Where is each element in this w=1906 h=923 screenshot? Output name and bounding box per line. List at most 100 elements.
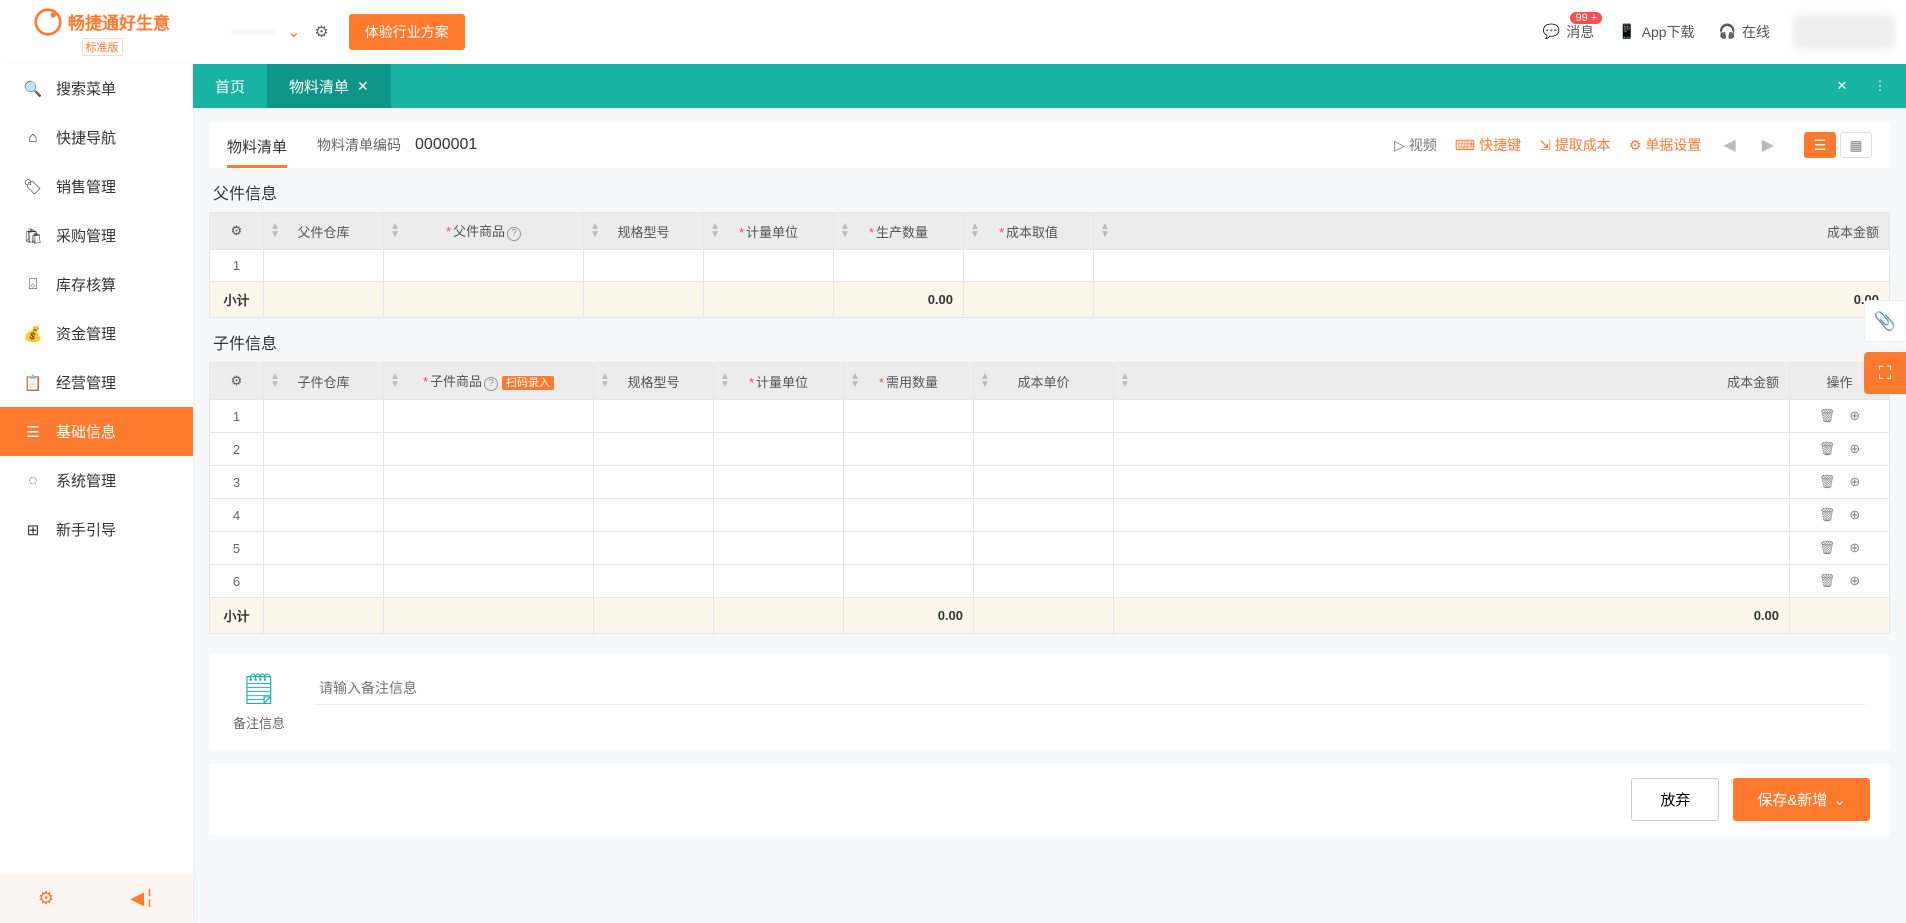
sidebar-item-label: 资金管理	[56, 323, 116, 344]
sort-icon: ▲▼	[270, 223, 280, 239]
next-doc-icon[interactable]: ▶	[1758, 135, 1778, 155]
row-number: 1	[210, 400, 264, 433]
sidebar-item-label: 基础信息	[56, 421, 116, 442]
child-col-unit[interactable]: ▲▼*计量单位	[714, 363, 844, 400]
add-row-icon[interactable]: ⊕	[1849, 507, 1860, 523]
child-col-unit-cost[interactable]: ▲▼成本单价	[974, 363, 1114, 400]
sidebar-item-sales[interactable]: 🏷销售管理	[0, 162, 193, 211]
delete-row-icon[interactable]: 🗑	[1819, 474, 1836, 490]
parent-col-spec[interactable]: ▲▼规格型号	[584, 213, 704, 250]
messages-link[interactable]: 💬 消息 99 +	[1543, 22, 1594, 42]
sidebar-item-purchase[interactable]: 🛍采购管理	[0, 211, 193, 260]
discard-button[interactable]: 放弃	[1631, 778, 1719, 821]
remark-input[interactable]	[315, 672, 1866, 705]
online-support-link[interactable]: 🎧 在线	[1719, 22, 1770, 42]
chevron-down-icon: ⌄	[287, 22, 300, 42]
keyboard-icon: ⌨	[1455, 137, 1475, 154]
tabs-menu-icon[interactable]: ⋮	[1862, 64, 1898, 108]
delete-row-icon[interactable]: 🗑	[1819, 441, 1836, 457]
app-download-label: App下载	[1642, 22, 1695, 42]
video-link[interactable]: ▷视频	[1394, 135, 1437, 155]
sort-icon: ▲▼	[390, 373, 400, 389]
parent-col-warehouse[interactable]: ▲▼父件仓库	[264, 213, 384, 250]
view-card-button[interactable]: ▦	[1840, 132, 1872, 158]
table-row[interactable]: 1 🗑 ⊕	[210, 400, 1890, 433]
row-number: 5	[210, 532, 264, 565]
row-number: 2	[210, 433, 264, 466]
sort-icon: ▲▼	[850, 373, 860, 389]
delete-row-icon[interactable]: 🗑	[1819, 507, 1836, 523]
parent-col-unit[interactable]: ▲▼*计量单位	[704, 213, 834, 250]
chevron-down-icon: ⌄	[1833, 791, 1846, 809]
child-col-qty[interactable]: ▲▼*需用数量	[844, 363, 974, 400]
collapse-sidebar-icon[interactable]: ◀╎	[130, 888, 155, 909]
app-download-link[interactable]: 📱 App下载	[1618, 22, 1694, 42]
sidebar-item-system[interactable]: ◌系统管理	[0, 456, 193, 505]
sidebar-item-finance[interactable]: 💰资金管理	[0, 309, 193, 358]
parent-col-cost-method[interactable]: ▲▼*成本取值	[964, 213, 1094, 250]
table-row[interactable]: 5 🗑 ⊕	[210, 532, 1890, 565]
close-icon[interactable]: ✕	[357, 78, 369, 95]
sidebar-item-basic-info[interactable]: ☰基础信息	[0, 407, 193, 456]
child-col-product[interactable]: ▲▼*子件商品?扫码录入	[384, 363, 594, 400]
content: 物料清单 物料清单编码 0000001 ▷视频 ⌨快捷键 ⇲提取成本 ⚙单据设置…	[193, 108, 1906, 923]
table-row[interactable]: 6 🗑 ⊕	[210, 565, 1890, 598]
tab-home[interactable]: 首页	[193, 64, 267, 108]
add-row-icon[interactable]: ⊕	[1849, 474, 1860, 490]
child-col-spec[interactable]: ▲▼规格型号	[594, 363, 714, 400]
shortcut-link[interactable]: ⌨快捷键	[1455, 135, 1521, 155]
messages-label: 消息	[1566, 22, 1594, 42]
sort-icon: ▲▼	[270, 373, 280, 389]
row-number: 6	[210, 565, 264, 598]
scan-input-badge[interactable]: 扫码录入	[502, 376, 554, 390]
child-col-warehouse[interactable]: ▲▼子件仓库	[264, 363, 384, 400]
add-row-icon[interactable]: ⊕	[1849, 441, 1860, 457]
industry-plan-button[interactable]: 体验行业方案	[349, 14, 465, 50]
settings-gear-icon[interactable]: ⚙	[38, 888, 54, 909]
sidebar-item-inventory[interactable]: ⌺库存核算	[0, 260, 193, 309]
table-row[interactable]: 2 🗑 ⊕	[210, 433, 1890, 466]
sidebar-item-label: 系统管理	[56, 470, 116, 491]
expand-rail-button[interactable]: ⛶	[1864, 352, 1906, 394]
view-toggle: ☰ ▦	[1804, 132, 1872, 158]
save-and-new-button[interactable]: 保存&新增⌄	[1733, 778, 1870, 821]
sidebar-item-nav[interactable]: ⌂快捷导航	[0, 113, 193, 162]
add-row-icon[interactable]: ⊕	[1849, 408, 1860, 424]
document-title-tab: 物料清单	[227, 136, 287, 168]
table-row[interactable]: 3🗑⊕	[210, 466, 1890, 499]
view-list-button[interactable]: ☰	[1804, 132, 1836, 158]
add-row-icon[interactable]: ⊕	[1849, 540, 1860, 556]
sidebar-item-operation[interactable]: 📋经营管理	[0, 358, 193, 407]
tab-bom[interactable]: 物料清单 ✕	[267, 64, 391, 108]
brand-logo-icon	[34, 8, 62, 36]
parent-col-cost-amount[interactable]: ▲▼成本金额	[1094, 213, 1890, 250]
extract-cost-link[interactable]: ⇲提取成本	[1539, 135, 1611, 155]
user-avatar[interactable]	[1794, 14, 1894, 50]
delete-row-icon[interactable]: 🗑	[1819, 540, 1836, 556]
parent-col-settings[interactable]: ⚙	[210, 213, 264, 250]
org-selector[interactable]: ——— ⌄	[232, 22, 300, 42]
table-row[interactable]: 1	[210, 250, 1890, 282]
child-col-cost-amount[interactable]: ▲▼成本金额	[1114, 363, 1790, 400]
notepad-icon: 🗒	[240, 672, 278, 707]
delete-row-icon[interactable]: 🗑	[1819, 408, 1836, 424]
doc-setting-link[interactable]: ⚙单据设置	[1629, 135, 1702, 155]
parent-col-qty[interactable]: ▲▼*生产数量	[834, 213, 964, 250]
sidebar-item-label: 经营管理	[56, 372, 116, 393]
parent-col-product[interactable]: ▲▼*父件商品?	[384, 213, 584, 250]
table-row[interactable]: 4🗑⊕	[210, 499, 1890, 532]
sidebar-item-guide[interactable]: ⊞新手引导	[0, 505, 193, 554]
org-settings-icon[interactable]: ⚙	[314, 22, 328, 42]
org-name: ———	[232, 23, 277, 40]
delete-row-icon[interactable]: 🗑	[1819, 573, 1836, 589]
prev-doc-icon[interactable]: ◀	[1719, 135, 1739, 155]
attachment-rail-button[interactable]: 📎	[1864, 300, 1906, 342]
child-col-settings[interactable]: ⚙	[210, 363, 264, 400]
tabs-close-all-icon[interactable]: ✕	[1824, 64, 1860, 108]
add-row-icon[interactable]: ⊕	[1849, 573, 1860, 589]
info-icon: ?	[484, 377, 498, 391]
right-rail: 📎 ⛶	[1864, 300, 1906, 394]
sort-icon: ▲▼	[1100, 223, 1110, 239]
sidebar-item-search[interactable]: 🔍搜索菜单	[0, 64, 193, 113]
sidebar: 🔍搜索菜单 ⌂快捷导航 🏷销售管理 🛍采购管理 ⌺库存核算 💰资金管理 📋经营管…	[0, 64, 193, 923]
